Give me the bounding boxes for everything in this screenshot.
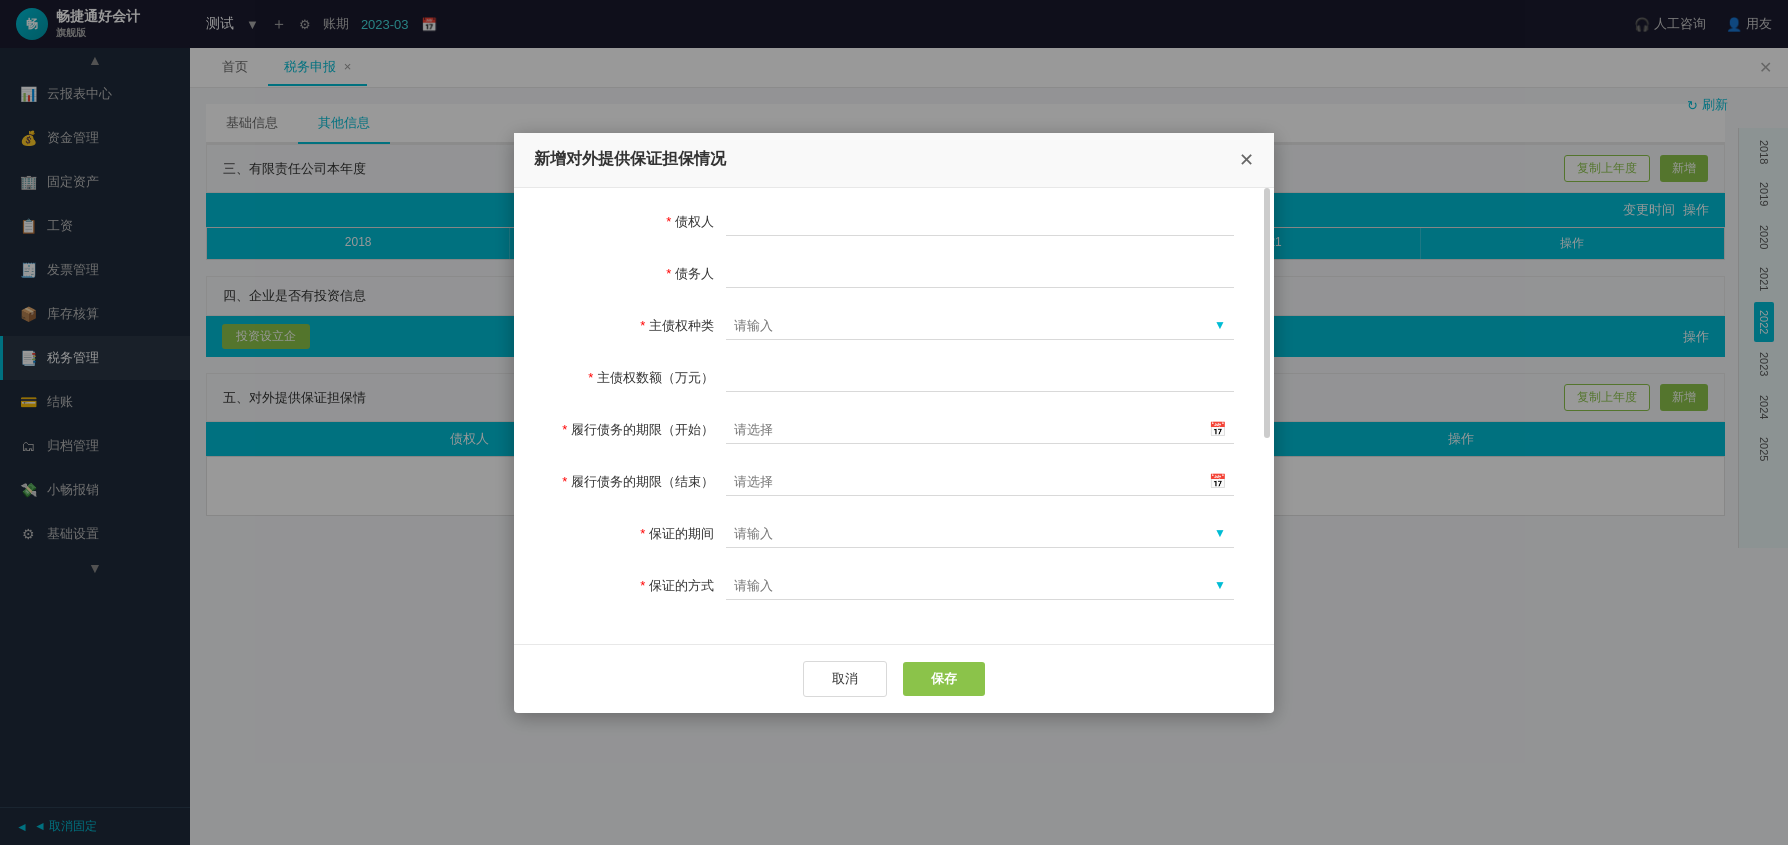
input-guarantee-period[interactable] <box>726 520 1214 547</box>
input-guarantee-method[interactable] <box>726 572 1214 599</box>
form-row-debtor: * 债务人 <box>554 260 1234 288</box>
label-creditor-type: * 主债权种类 <box>554 317 714 335</box>
date-period-start[interactable]: 📅 <box>726 416 1234 444</box>
label-period-end: * 履行债务的期限（结束） <box>554 473 714 491</box>
modal-close-btn[interactable]: ✕ <box>1239 149 1254 171</box>
form-row-guarantee-period: * 保证的期间 ▼ <box>554 520 1234 548</box>
form-row-creditor-type: * 主债权种类 ▼ <box>554 312 1234 340</box>
input-creditor-amount[interactable] <box>726 364 1234 392</box>
calendar-icon-end[interactable]: 📅 <box>1209 473 1234 489</box>
form-row-guarantee-method: * 保证的方式 ▼ <box>554 572 1234 600</box>
modal-footer: 取消 保存 <box>514 644 1274 713</box>
select-guarantee-period[interactable]: ▼ <box>726 520 1234 548</box>
input-period-end[interactable] <box>726 468 1209 495</box>
label-guarantee-period: * 保证的期间 <box>554 525 714 543</box>
select-guarantee-method[interactable]: ▼ <box>726 572 1234 600</box>
form-row-period-start: * 履行债务的期限（开始） 📅 <box>554 416 1234 444</box>
modal-body: * 债权人 * 债务人 * 主债权种类 <box>514 188 1274 644</box>
input-creditor[interactable] <box>726 208 1234 236</box>
chevron-down-icon-guarantee-method[interactable]: ▼ <box>1214 578 1234 592</box>
calendar-icon-start[interactable]: 📅 <box>1209 421 1234 437</box>
label-debtor: * 债务人 <box>554 265 714 283</box>
select-creditor-type[interactable]: ▼ <box>726 312 1234 340</box>
input-creditor-type[interactable] <box>726 312 1214 339</box>
modal-scrollbar[interactable] <box>1264 188 1270 439</box>
save-button[interactable]: 保存 <box>903 662 985 696</box>
modal-dialog: 新增对外提供保证担保情况 ✕ * 债权人 * 债务人 <box>514 133 1274 713</box>
label-period-start: * 履行债务的期限（开始） <box>554 421 714 439</box>
chevron-down-icon-creditor-type[interactable]: ▼ <box>1214 318 1234 332</box>
label-guarantee-method: * 保证的方式 <box>554 577 714 595</box>
form-row-creditor-amount: * 主债权数额（万元） <box>554 364 1234 392</box>
cancel-button[interactable]: 取消 <box>803 661 887 697</box>
modal-title: 新增对外提供保证担保情况 <box>534 149 726 170</box>
input-debtor[interactable] <box>726 260 1234 288</box>
input-period-start[interactable] <box>726 416 1209 443</box>
form-row-period-end: * 履行债务的期限（结束） 📅 <box>554 468 1234 496</box>
form-row-creditor: * 债权人 <box>554 208 1234 236</box>
date-period-end[interactable]: 📅 <box>726 468 1234 496</box>
label-creditor: * 债权人 <box>554 213 714 231</box>
label-creditor-amount: * 主债权数额（万元） <box>554 369 714 387</box>
modal-overlay[interactable]: 新增对外提供保证担保情况 ✕ * 债权人 * 债务人 <box>0 0 1788 845</box>
chevron-down-icon-guarantee-period[interactable]: ▼ <box>1214 526 1234 540</box>
modal-header: 新增对外提供保证担保情况 ✕ <box>514 133 1274 188</box>
